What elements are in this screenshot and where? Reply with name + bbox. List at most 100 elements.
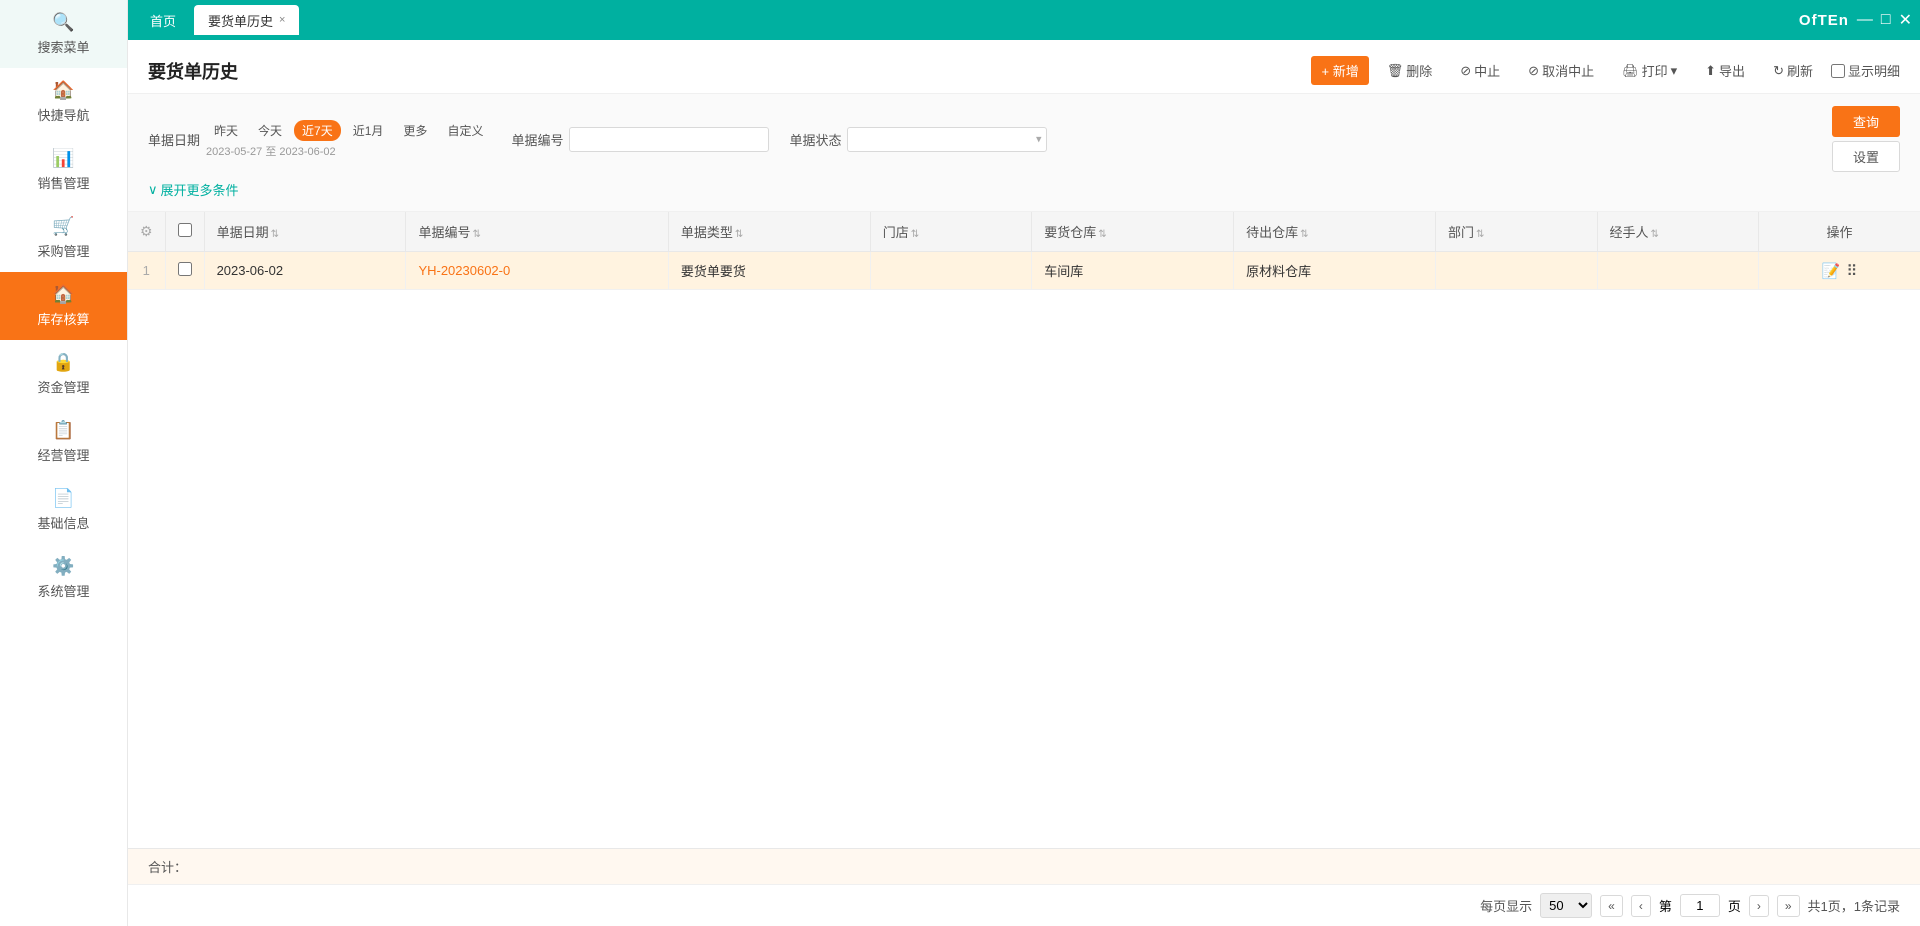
date-tab-custom[interactable]: 自定义 — [439, 120, 491, 141]
cancel-stop-button[interactable]: ⊘ 取消中止 — [1518, 56, 1604, 85]
stop-button[interactable]: ⊘ 中止 — [1450, 56, 1510, 85]
sort-bill-type-icon: ⇅ — [735, 229, 743, 240]
page-jump-prefix: 第 — [1659, 896, 1672, 915]
first-page-button[interactable]: « — [1600, 895, 1623, 917]
quick-nav-icon: 🏠 — [52, 80, 74, 101]
export-button[interactable]: ⬆ 导出 — [1695, 56, 1755, 85]
next-page-button[interactable]: › — [1749, 895, 1769, 917]
edit-icon[interactable]: 📝 — [1822, 262, 1841, 280]
more-icon[interactable]: ⠿ — [1846, 262, 1857, 280]
page-title: 要货单历史 — [148, 58, 238, 84]
minimize-button[interactable]: — — [1857, 11, 1873, 29]
sidebar: 🔍 搜索菜单 🏠 快捷导航 📊 销售管理 🛒 采购管理 🏠 库存核算 🔒 资金管… — [0, 0, 128, 926]
row-date: 2023-06-02 — [204, 252, 406, 290]
export-icon: ⬆ — [1705, 63, 1716, 79]
display-detail-checkbox[interactable] — [1831, 64, 1845, 78]
sidebar-item-sys-mgmt[interactable]: ⚙️ 系统管理 — [0, 544, 127, 612]
print-icon: 🖨 — [1622, 63, 1639, 79]
date-tab-today[interactable]: 今天 — [250, 120, 290, 141]
bill-no-filter: 单据编号 — [511, 127, 769, 152]
tab-active[interactable]: 要货单历史 × — [194, 5, 299, 35]
sidebar-item-basic-info[interactable]: 📄 基础信息 — [0, 476, 127, 544]
date-tab-yesterday[interactable]: 昨天 — [206, 120, 246, 141]
th-checkbox — [165, 212, 204, 252]
column-settings-icon[interactable]: ⚙ — [140, 223, 153, 239]
th-dept[interactable]: 部门⇅ — [1436, 212, 1598, 252]
brand-label: OfTEn — [1799, 12, 1849, 29]
sidebar-item-purchase-mgmt[interactable]: 🛒 采购管理 — [0, 204, 127, 272]
display-detail-toggle[interactable]: 显示明细 — [1831, 61, 1900, 80]
print-chevron-icon: ▾ — [1671, 63, 1678, 79]
toolbar: + 新增 🗑 删除 ⊘ 中止 ⊘ 取消中止 🖨 打印 ▾ — [1311, 56, 1900, 85]
page-word: 页 — [1728, 896, 1741, 915]
row-checkbox[interactable] — [178, 262, 192, 276]
prev-page-button[interactable]: ‹ — [1631, 895, 1651, 917]
action-icons: 📝 ⠿ — [1771, 262, 1908, 280]
bill-no-label: 单据编号 — [511, 130, 563, 149]
print-button[interactable]: 🖨 打印 ▾ — [1612, 56, 1687, 85]
maximize-button[interactable]: □ — [1881, 11, 1891, 29]
row-number: 1 — [128, 252, 165, 290]
row-handler — [1597, 252, 1759, 290]
th-date[interactable]: 单据日期⇅ — [204, 212, 406, 252]
sidebar-item-finance-mgmt[interactable]: 🔒 资金管理 — [0, 340, 127, 408]
date-tab-more[interactable]: 更多 — [395, 120, 435, 141]
query-button[interactable]: 查询 — [1832, 106, 1900, 137]
new-button[interactable]: + 新增 — [1311, 56, 1368, 85]
th-handler[interactable]: 经手人⇅ — [1597, 212, 1759, 252]
th-req-warehouse[interactable]: 要货仓库⇅ — [1032, 212, 1234, 252]
page-size-select[interactable]: 50 10 20 100 — [1540, 893, 1592, 918]
row-actions: 📝 ⠿ — [1759, 252, 1920, 290]
total-label: 合计： — [148, 857, 187, 876]
page-header: 要货单历史 + 新增 🗑 删除 ⊘ 中止 ⊘ 取消中止 🖨 打印 — [128, 40, 1920, 94]
sidebar-item-search-menu[interactable]: 🔍 搜索菜单 — [0, 0, 127, 68]
row-req-warehouse: 车间库 — [1032, 252, 1234, 290]
delete-button[interactable]: 🗑 删除 — [1377, 56, 1443, 85]
sort-dept-icon: ⇅ — [1476, 229, 1484, 240]
sort-req-warehouse-icon: ⇅ — [1098, 229, 1106, 240]
settings-button[interactable]: 设置 — [1832, 141, 1900, 172]
date-tab-1month[interactable]: 近1月 — [345, 120, 392, 141]
th-shop[interactable]: 门店⇅ — [870, 212, 1032, 252]
tab-home[interactable]: 首页 — [136, 5, 190, 35]
row-shop — [870, 252, 1032, 290]
refresh-icon: ↻ — [1773, 63, 1784, 79]
date-range-display: 2023-05-27 至 2023-06-02 — [206, 143, 491, 159]
sort-pending-warehouse-icon: ⇅ — [1300, 229, 1308, 240]
row-dept — [1436, 252, 1598, 290]
bill-no-input[interactable] — [569, 127, 769, 152]
bill-status-filter: 单据状态 — [789, 127, 1047, 152]
finance-icon: 🔒 — [52, 352, 74, 373]
page-size-label: 每页显示 — [1480, 896, 1532, 915]
select-all-checkbox[interactable] — [178, 223, 192, 237]
top-bar-right: OfTEn — □ ✕ — [1799, 10, 1912, 30]
sidebar-item-inventory-calc[interactable]: 🏠 库存核算 — [0, 272, 127, 340]
table-area: ⚙ 单据日期⇅ 单据编号⇅ 单据类型⇅ — [128, 212, 1920, 848]
sidebar-item-sales-mgmt[interactable]: 📊 销售管理 — [0, 136, 127, 204]
sys-icon: ⚙️ — [52, 556, 74, 577]
sort-handler-icon: ⇅ — [1651, 229, 1659, 240]
bill-status-label: 单据状态 — [789, 130, 841, 149]
table-row: 1 2023-06-02 YH-20230602-0 要货单要货 车间库 原材料… — [128, 252, 1920, 290]
bill-no-link[interactable]: YH-20230602-0 — [418, 263, 510, 278]
bill-status-select[interactable] — [847, 127, 1047, 152]
table-header-row: ⚙ 单据日期⇅ 单据编号⇅ 单据类型⇅ — [128, 212, 1920, 252]
sidebar-item-ops-mgmt[interactable]: 📋 经营管理 — [0, 408, 127, 476]
tab-close-button[interactable]: × — [279, 14, 285, 26]
expand-conditions-button[interactable]: ∨ 展开更多条件 — [148, 180, 1900, 199]
page-input[interactable] — [1680, 894, 1720, 917]
filter-area: 单据日期 昨天 今天 近7天 近1月 更多 自定义 2023-05-27 至 2… — [128, 94, 1920, 212]
th-bill-type[interactable]: 单据类型⇅ — [668, 212, 870, 252]
refresh-button[interactable]: ↻ 刷新 — [1763, 56, 1823, 85]
th-action: 操作 — [1759, 212, 1920, 252]
table-body: 1 2023-06-02 YH-20230602-0 要货单要货 车间库 原材料… — [128, 252, 1920, 290]
date-tab-7days[interactable]: 近7天 — [294, 120, 341, 141]
th-pending-warehouse[interactable]: 待出仓库⇅ — [1234, 212, 1436, 252]
th-bill-no[interactable]: 单据编号⇅ — [406, 212, 668, 252]
last-page-button[interactable]: » — [1777, 895, 1800, 917]
filter-actions: 查询 设置 — [1832, 106, 1900, 172]
main-area: 首页 要货单历史 × OfTEn — □ ✕ 要货单历史 + 新增 🗑 删除 ⊘ — [128, 0, 1920, 926]
top-bar: 首页 要货单历史 × OfTEn — □ ✕ — [128, 0, 1920, 40]
close-button[interactable]: ✕ — [1899, 10, 1912, 30]
sidebar-item-quick-nav[interactable]: 🏠 快捷导航 — [0, 68, 127, 136]
